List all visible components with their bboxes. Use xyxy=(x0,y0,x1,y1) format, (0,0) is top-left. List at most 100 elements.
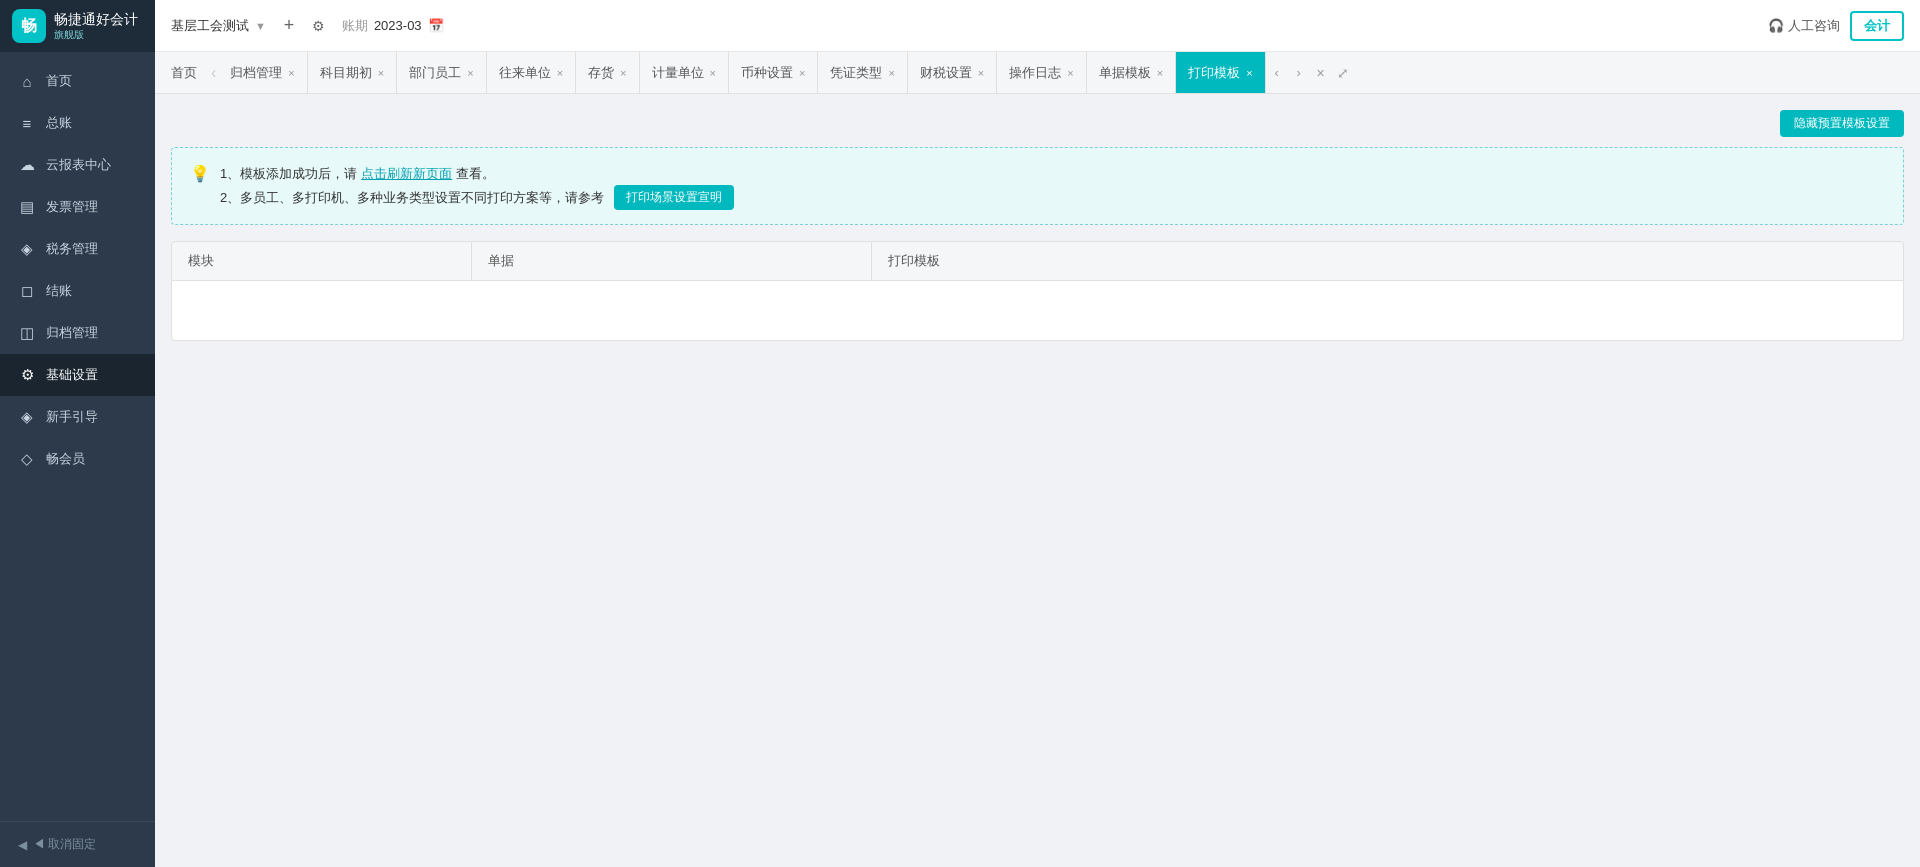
sidebar-item-label: 云报表中心 xyxy=(46,156,111,174)
tab-close-icon[interactable]: × xyxy=(467,67,473,79)
tab-dept-employee[interactable]: 部门员工 × xyxy=(397,52,486,94)
tab-tax-settings[interactable]: 财税设置 × xyxy=(908,52,997,94)
headset-icon: 🎧 xyxy=(1768,18,1784,33)
sidebar-logo: 畅 畅捷通好会计 旗舰版 xyxy=(0,0,155,52)
info-line-2: 2、多员工、多打印机、多种业务类型设置不同打印方案等，请参考 打印场景设置宣明 xyxy=(220,185,1885,210)
tab-print-template[interactable]: 打印模板 × xyxy=(1176,52,1265,94)
chevron-down-icon: ▼ xyxy=(255,20,266,32)
tab-next-button[interactable]: › xyxy=(1288,52,1310,94)
sidebar-item-cloud-report[interactable]: ☁ 云报表中心 xyxy=(0,144,155,186)
logo-text: 畅捷通好会计 xyxy=(54,10,138,28)
header-actions: + ⚙ xyxy=(278,15,330,37)
vip-icon: ◇ xyxy=(18,450,36,468)
tab-label: 财税设置 xyxy=(920,64,972,82)
print-scene-button[interactable]: 打印场景设置宣明 xyxy=(614,185,734,210)
col-module: 模块 xyxy=(172,242,472,280)
cancel-fixed-icon: ◀ xyxy=(18,838,27,852)
tab-close-icon[interactable]: × xyxy=(557,67,563,79)
col-form: 单据 xyxy=(472,242,872,280)
tab-operation-log[interactable]: 操作日志 × xyxy=(997,52,1086,94)
cloud-icon: ☁ xyxy=(18,156,36,174)
col-template: 打印模板 xyxy=(872,242,1903,280)
sidebar-item-archive[interactable]: ◫ 归档管理 xyxy=(0,312,155,354)
company-name: 基层工会测试 xyxy=(171,17,249,35)
period-info: 账期 2023-03 📅 xyxy=(342,17,444,35)
archive-icon: ◫ xyxy=(18,324,36,342)
tax-icon: ◈ xyxy=(18,240,36,258)
sidebar-item-home[interactable]: ⌂ 首页 xyxy=(0,60,155,102)
sidebar-item-label: 归档管理 xyxy=(46,324,98,342)
sidebar-item-tax[interactable]: ◈ 税务管理 xyxy=(0,228,155,270)
info-line-1: 1、模板添加成功后，请 点击刷新新页面 查看。 xyxy=(220,162,1885,185)
tab-close-icon[interactable]: × xyxy=(978,67,984,79)
add-tab-button[interactable]: + xyxy=(278,15,300,37)
period-label: 账期 xyxy=(342,17,368,35)
company-selector[interactable]: 基层工会测试 ▼ xyxy=(171,17,266,35)
tab-separator: ‹ xyxy=(211,64,216,82)
sidebar-item-basic-settings[interactable]: ⚙ 基础设置 xyxy=(0,354,155,396)
main-area: 基层工会测试 ▼ + ⚙ 账期 2023-03 📅 🎧 人工咨询 会计 首页 ‹… xyxy=(155,0,1920,867)
newbie-icon: ◈ xyxy=(18,408,36,426)
tab-label: 科目期初 xyxy=(320,64,372,82)
tab-prev-button[interactable]: ‹ xyxy=(1266,52,1288,94)
sidebar-item-label: 结账 xyxy=(46,282,72,300)
sidebar-item-invoice[interactable]: ▤ 发票管理 xyxy=(0,186,155,228)
calendar-icon[interactable]: 📅 xyxy=(428,18,444,33)
tab-single-form[interactable]: 单据模板 × xyxy=(1087,52,1176,94)
settings-button[interactable]: ⚙ xyxy=(308,15,330,37)
closing-icon: ◻ xyxy=(18,282,36,300)
hide-preview-button[interactable]: 隐藏预置模板设置 xyxy=(1780,110,1904,137)
table-body xyxy=(171,281,1904,341)
tab-label: 归档管理 xyxy=(230,64,282,82)
tab-close-all-button[interactable]: × xyxy=(1310,52,1332,94)
table-header: 模块 单据 打印模板 xyxy=(171,241,1904,281)
tab-label: 存货 xyxy=(588,64,614,82)
tab-label: 部门员工 xyxy=(409,64,461,82)
tab-label: 单据模板 xyxy=(1099,64,1151,82)
sidebar-item-closing[interactable]: ◻ 结账 xyxy=(0,270,155,312)
home-icon: ⌂ xyxy=(18,73,36,90)
tab-close-icon[interactable]: × xyxy=(1157,67,1163,79)
sidebar-item-vip[interactable]: ◇ 畅会员 xyxy=(0,438,155,480)
tab-close-icon[interactable]: × xyxy=(888,67,894,79)
tab-close-icon[interactable]: × xyxy=(1246,67,1252,79)
tab-measure-unit[interactable]: 计量单位 × xyxy=(640,52,729,94)
top-header: 基层工会测试 ▼ + ⚙ 账期 2023-03 📅 🎧 人工咨询 会计 xyxy=(155,0,1920,52)
tab-close-icon[interactable]: × xyxy=(799,67,805,79)
sidebar-item-label: 首页 xyxy=(46,72,72,90)
tab-close-icon[interactable]: × xyxy=(378,67,384,79)
sidebar-item-newbie[interactable]: ◈ 新手引导 xyxy=(0,396,155,438)
tab-label: 凭证类型 xyxy=(830,64,882,82)
tab-close-icon[interactable]: × xyxy=(288,67,294,79)
sidebar-nav: ⌂ 首页 ≡ 总账 ☁ 云报表中心 ▤ 发票管理 ◈ 税务管理 ◻ 结账 ◫ 归… xyxy=(0,52,155,821)
tab-home[interactable]: 首页 xyxy=(159,52,209,94)
tab-close-icon[interactable]: × xyxy=(620,67,626,79)
tab-label: 打印模板 xyxy=(1188,64,1240,82)
sidebar-item-general-ledger[interactable]: ≡ 总账 xyxy=(0,102,155,144)
invoice-icon: ▤ xyxy=(18,198,36,216)
tab-inventory[interactable]: 存货 × xyxy=(576,52,639,94)
cancel-fixed-button[interactable]: ◀ ◀ 取消固定 xyxy=(0,821,155,867)
info-box: 💡 1、模板添加成功后，请 点击刷新新页面 查看。 2、多员工、多打印机、多种业… xyxy=(171,147,1904,225)
tab-label: 操作日志 xyxy=(1009,64,1061,82)
content-area: 隐藏预置模板设置 💡 1、模板添加成功后，请 点击刷新新页面 查看。 2、多员工… xyxy=(155,94,1920,867)
tab-currency[interactable]: 币种设置 × xyxy=(729,52,818,94)
sidebar-item-label: 基础设置 xyxy=(46,366,98,384)
tab-close-icon[interactable]: × xyxy=(710,67,716,79)
tab-subject-period[interactable]: 科目期初 × xyxy=(308,52,397,94)
print-template-table: 模块 单据 打印模板 xyxy=(171,241,1904,341)
tab-archive-mgmt[interactable]: 归档管理 × xyxy=(218,52,307,94)
kuaiji-button[interactable]: 会计 xyxy=(1850,11,1904,41)
info-text-1-after: 查看。 xyxy=(456,162,495,185)
tab-expand-button[interactable]: ⤢ xyxy=(1332,52,1354,94)
human-service-button[interactable]: 🎧 人工咨询 xyxy=(1768,17,1840,35)
info-link[interactable]: 点击刷新新页面 xyxy=(361,162,452,185)
cancel-fixed-label: ◀ 取消固定 xyxy=(33,836,96,853)
sidebar-item-label: 新手引导 xyxy=(46,408,98,426)
tab-partner[interactable]: 往来单位 × xyxy=(487,52,576,94)
sidebar-item-label: 税务管理 xyxy=(46,240,98,258)
period-value: 2023-03 xyxy=(374,18,422,33)
tab-close-icon[interactable]: × xyxy=(1067,67,1073,79)
bulb-icon: 💡 xyxy=(190,164,210,183)
tab-voucher-type[interactable]: 凭证类型 × xyxy=(818,52,907,94)
